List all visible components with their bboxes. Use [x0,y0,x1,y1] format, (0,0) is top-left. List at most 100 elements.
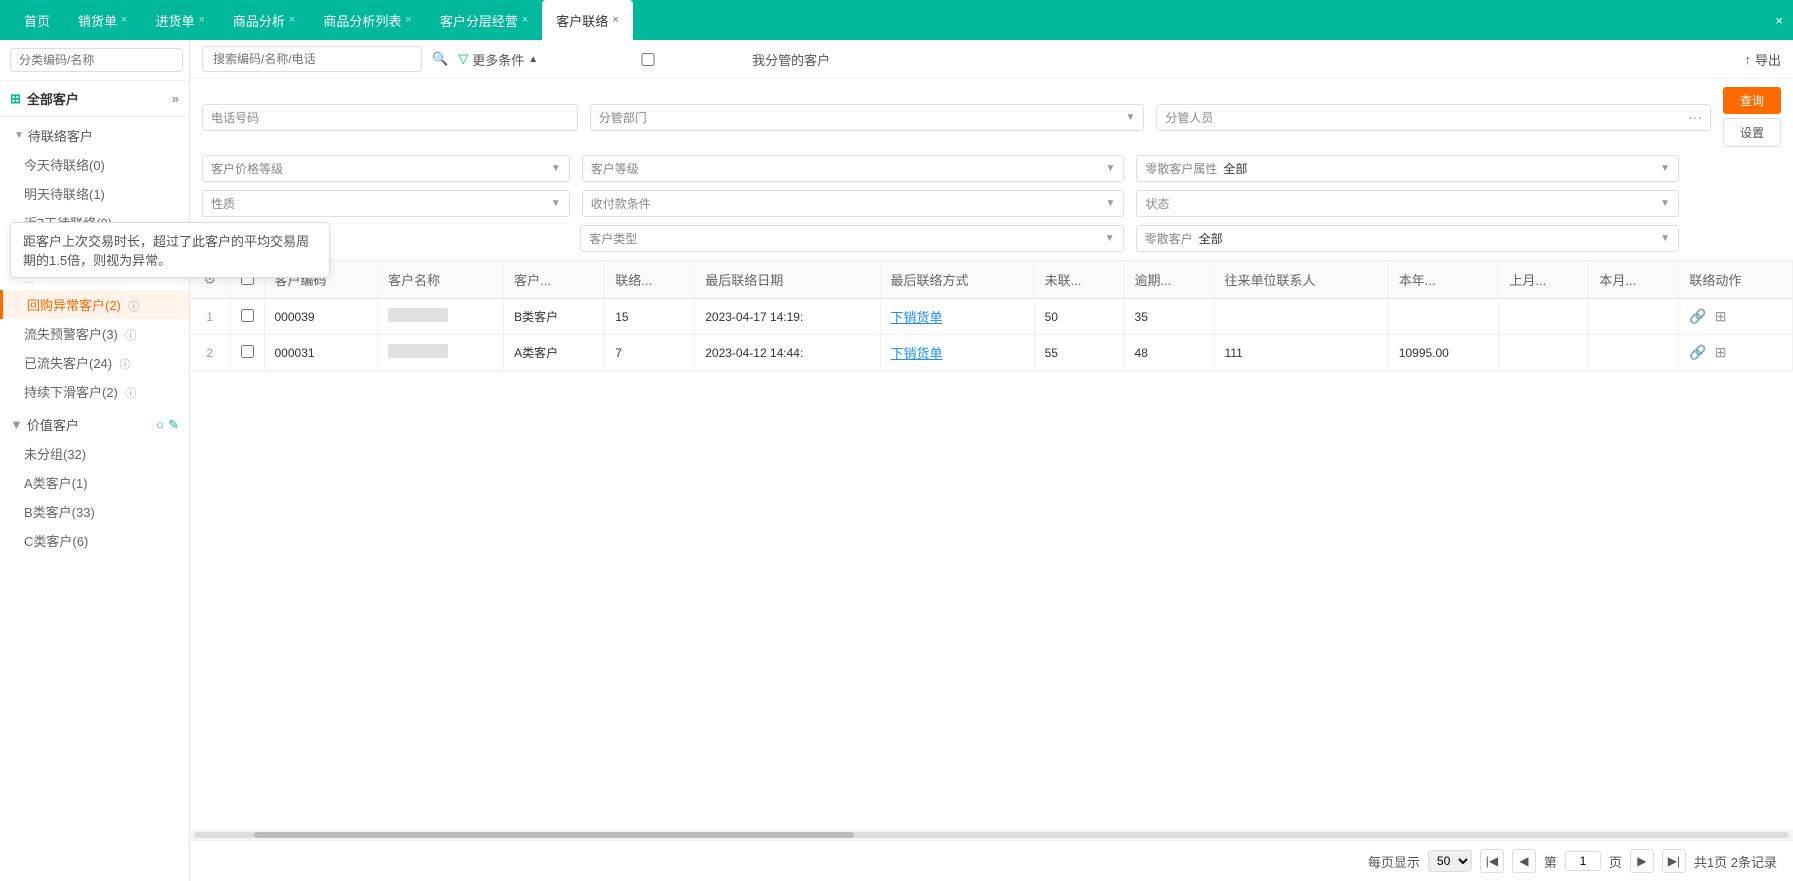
lost-predicted-info-icon: ⓘ [125,330,136,342]
row1-last-contact-method[interactable]: 下销货单 [880,299,1034,335]
retail-customer-field[interactable]: 零散客户 全部 ▼ [1136,225,1679,252]
export-btn[interactable]: ↑ 导出 [1744,50,1781,69]
close-all-button[interactable]: × [1775,13,1783,28]
person-field[interactable]: 分管人员 ··· [1156,104,1711,131]
customer-type-chevron: ▼ [1105,233,1115,244]
nav-customer-contact[interactable]: 客户联络 × [542,0,632,40]
col-overdue-header: 逾期... [1124,261,1214,299]
settings-button[interactable]: 设置 [1723,118,1781,147]
nav-product-analysis-list-close[interactable]: × [405,14,411,26]
table-row: 2 000031 A类客户 7 2023-04-12 14:44: 下销货单 5… [190,335,1793,371]
sidebar-item-lost-confirmed[interactable]: 已流失客户(24) ⓘ [0,348,189,377]
page-number-input[interactable] [1565,851,1601,871]
row1-name-blur [388,308,448,322]
prev-page-btn[interactable]: ◀ [1512,849,1536,873]
col-last-month-header: 上月... [1499,261,1589,299]
row2-checkbox [230,335,264,371]
nav-product-analysis-close[interactable]: × [289,14,295,26]
all-customers-header[interactable]: ⊞ 全部客户 » [0,81,189,117]
person-more-btn[interactable]: ··· [1688,109,1702,125]
status-chevron: ▼ [1660,198,1670,209]
row2-last-contact-method[interactable]: 下销货单 [880,335,1034,371]
table-header-row: ⚙ 客户编码 客户名称 客户... 联络... 最后联络日期 最后联络方式 未联… [190,261,1793,299]
last-page-btn[interactable]: ▶| [1662,849,1686,873]
page-label: 第 [1544,852,1557,871]
row2-overdue: 48 [1124,335,1214,371]
dept-chevron: ▼ [1125,112,1135,123]
filter-actions: 查询 设置 [1723,87,1781,147]
nav-purchase-close[interactable]: × [198,14,204,26]
sidebar-item-repurchase-abnormal[interactable]: 回购异常客户(2) ⓘ [0,290,189,319]
nav-purchase[interactable]: 进货单 × [141,0,218,40]
sidebar-item-unclassified[interactable]: 未分组(32) [0,439,189,468]
col-this-month-header: 本月... [1589,261,1679,299]
gender-field[interactable]: 性质 ▼ [202,190,570,217]
value-group-title: ▼ 价值客户 ○ ✎ [0,410,189,439]
arrow-icon: ▼ [14,130,24,141]
sidebar-item-b-class[interactable]: B类客户(33) [0,497,189,526]
nav-product-analysis[interactable]: 商品分析 × [219,0,309,40]
row1-grid-icon[interactable]: ⊞ [1715,308,1727,325]
horizontal-scrollbar[interactable] [190,830,1793,840]
first-page-btn[interactable]: |◀ [1480,849,1504,873]
dept-field[interactable]: 分管部门 ▼ [590,104,1145,131]
filter-bar: 🔍 ▽ 更多条件 ▲ 我分管的客户 ↑ 导出 [190,40,1793,79]
right-content: 距客户上次交易时长，超过了此客户的平均交易周期的1.5倍，则视为异常。 🔍 ▽ … [190,40,1793,881]
sidebar-item-tomorrow[interactable]: 明天待联络(1) [0,179,189,208]
main-layout: 🔍 ⊞ 全部客户 » ▼ 待联络客户 今天待联络(0) 明天待联络(1) 近7天… [0,40,1793,881]
search-icon[interactable]: 🔍 [432,51,448,67]
next-page-btn[interactable]: ▶ [1630,849,1654,873]
customer-type-field[interactable]: 客户类型 ▼ [580,225,1123,252]
sidebar-item-today[interactable]: 今天待联络(0) [0,150,189,179]
sidebar-item-continuous-down[interactable]: 持续下滑客户(2) ⓘ [0,377,189,406]
more-conditions-btn[interactable]: ▽ 更多条件 ▲ [458,50,538,69]
row1-this-month [1589,299,1679,335]
circle-icon[interactable]: ○ [156,417,164,433]
sidebar-item-c-class[interactable]: C类客户(6) [0,526,189,555]
row2-select-checkbox[interactable] [241,345,254,358]
edit-icon[interactable]: ✎ [168,417,179,433]
row2-link-icon[interactable]: 🔗 [1689,344,1706,361]
payment-term-field[interactable]: 收付款条件 ▼ [582,190,1125,217]
per-page-label: 每页显示 [1368,852,1420,871]
customer-level-field[interactable]: 客户等级 ▼ [582,155,1125,182]
per-page-select[interactable]: 50 [1428,850,1472,872]
pending-group-title[interactable]: ▼ 待联络客户 [0,121,189,150]
row1-contacts [1214,299,1388,335]
retail-attr-field[interactable]: 零散客户属性 全部 ▼ [1136,155,1679,182]
nav-home[interactable]: 首页 [10,0,64,40]
row1-uncontacted: 50 [1034,299,1124,335]
row1-select-checkbox[interactable] [241,309,254,322]
table-row: 1 000039 B类客户 15 2023-04-17 14:19: 下销货单 … [190,299,1793,335]
nav-customer-segment-close[interactable]: × [522,14,528,26]
nav-customer-segment[interactable]: 客户分层经营 × [426,0,542,40]
my-customer-checkbox[interactable] [548,53,748,66]
my-customer-filter: 我分管的客户 [548,50,830,69]
sidebar-item-a-class[interactable]: A类客户(1) [0,468,189,497]
query-button[interactable]: 查询 [1723,87,1781,114]
payment-term-chevron: ▼ [1105,198,1115,209]
row2-grid-icon[interactable]: ⊞ [1715,344,1727,361]
scroll-thumb[interactable] [254,832,854,838]
price-level-field[interactable]: 客户价格等级 ▼ [202,155,570,182]
sidebar-collapse-btn[interactable]: » [172,91,179,106]
sidebar-search-area: 🔍 [0,40,189,81]
filter-row-1: 电话号码 分管部门 ▼ 分管人员 ··· 查询 设置 [202,87,1781,147]
search-input[interactable] [202,46,422,72]
col-contact-header: 联络... [605,261,695,299]
phone-field[interactable]: 电话号码 [202,104,578,131]
row1-checkbox [230,299,264,335]
row2-last-contact-date: 2023-04-12 14:44: [695,335,880,371]
col-contacts-header: 往来单位联系人 [1214,261,1388,299]
nav-product-analysis-list[interactable]: 商品分析列表 × [309,0,425,40]
customers-table: ⚙ 客户编码 客户名称 客户... 联络... 最后联络日期 最后联络方式 未联… [190,261,1793,371]
nav-customer-contact-close[interactable]: × [612,14,618,26]
nav-sales[interactable]: 销货单 × [64,0,141,40]
sidebar-search-input[interactable] [10,48,183,72]
status-field[interactable]: 状态 ▼ [1136,190,1679,217]
nav-sales-close[interactable]: × [121,14,127,26]
col-uncontacted-header: 未联... [1034,261,1124,299]
row1-link-icon[interactable]: 🔗 [1689,308,1706,325]
repurchase-info-icon: ⓘ [128,301,139,313]
sidebar-item-lost-predicted[interactable]: 流失预警客户(3) ⓘ [0,319,189,348]
